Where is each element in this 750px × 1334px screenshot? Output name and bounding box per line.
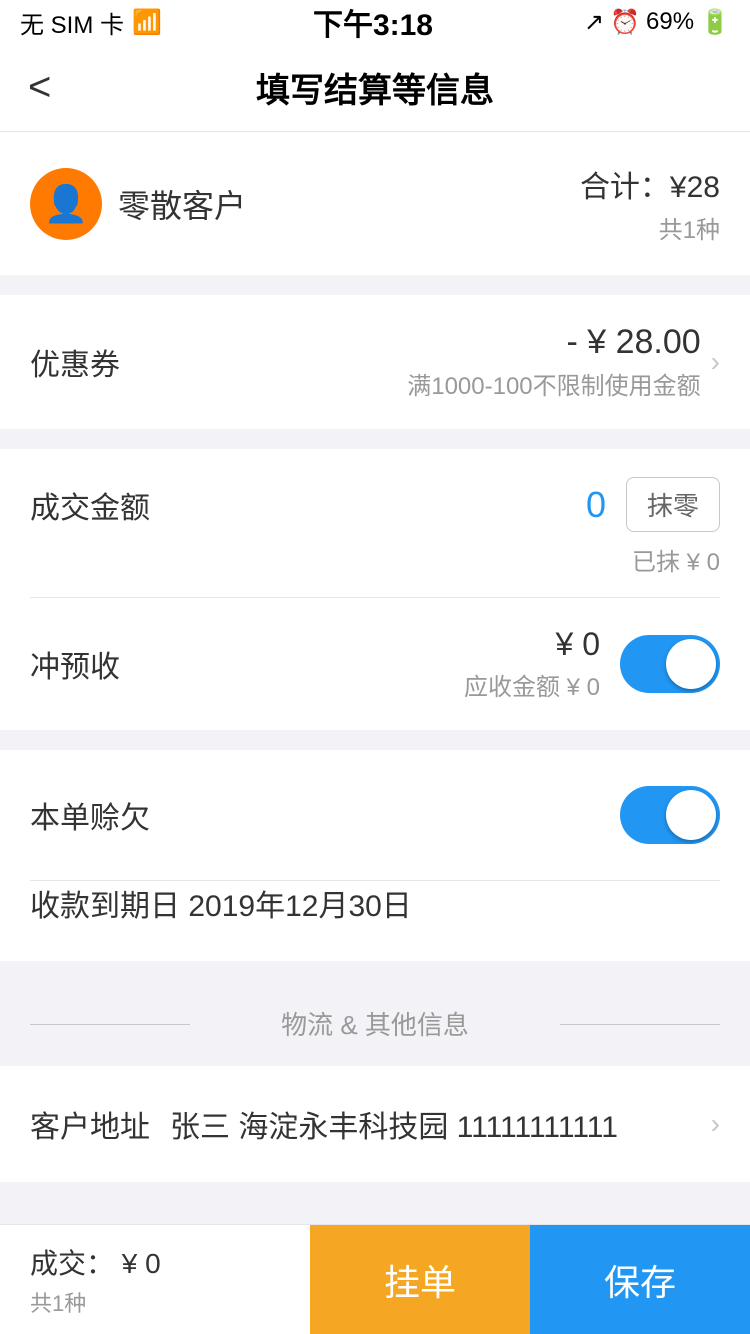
prepay-right: ¥ 0 应收金额 ¥ 0 <box>464 626 720 702</box>
status-bar: 无 SIM 卡 📶 下午3:18 ↗ ⏰ 69% 🔋 <box>0 0 750 44</box>
nav-bar: < 填写结算等信息 <box>0 44 750 132</box>
credit-row: 本单赊欠 <box>30 750 720 880</box>
bottom-count: 共1种 <box>30 1286 310 1318</box>
credit-section: 本单赊欠 收款到期日 2019年12月30日 <box>0 750 750 961</box>
battery-text: 69% <box>646 8 694 36</box>
address-chevron-icon: › <box>711 1108 720 1140</box>
status-time: 下午3:18 <box>313 0 433 44</box>
save-button[interactable]: 保存 <box>530 1225 750 1334</box>
back-button[interactable]: < <box>28 65 51 110</box>
status-left: 无 SIM 卡 📶 <box>20 5 162 40</box>
due-date-text: 收款到期日 2019年12月30日 <box>30 890 412 923</box>
divider-1 <box>0 275 750 295</box>
customer-count: 共1种 <box>580 210 720 245</box>
alarm-icon: ⏰ <box>610 8 640 37</box>
bottom-deal-label: 成交： <box>30 1248 114 1279</box>
address-label: 客户地址 <box>30 1102 150 1146</box>
deal-amount-row: 成交金额 0 抹零 <box>30 449 720 542</box>
hold-button[interactable]: 挂单 <box>310 1225 530 1334</box>
divider-2 <box>0 429 750 449</box>
coupon-desc: 满1000-100不限制使用金额 <box>407 366 700 401</box>
avatar-icon: 👤 <box>44 183 89 225</box>
prepay-row: 冲预收 ¥ 0 应收金额 ¥ 0 <box>30 598 720 730</box>
deal-amount-value: 0 <box>586 484 606 526</box>
prepay-amount: ¥ 0 <box>464 626 600 663</box>
prepay-info: ¥ 0 应收金额 ¥ 0 <box>464 626 600 702</box>
carrier-text: 无 SIM 卡 <box>20 5 124 40</box>
prepay-receivable: 应收金额 ¥ 0 <box>464 667 600 702</box>
bottom-bar: 成交： ¥ 0 共1种 挂单 保存 <box>0 1224 750 1334</box>
coupon-right: - ¥ 28.00 满1000-100不限制使用金额 › <box>407 323 720 401</box>
coupon-label: 优惠券 <box>30 340 120 384</box>
toggle-knob <box>666 639 716 689</box>
bottom-deal-amount: ¥ 0 <box>122 1248 161 1279</box>
battery-icon: 🔋 <box>700 8 730 37</box>
coupon-section[interactable]: 优惠券 - ¥ 28.00 满1000-100不限制使用金额 › <box>0 295 750 429</box>
round-zero-button[interactable]: 抹零 <box>626 477 720 532</box>
credit-toggle-knob <box>666 790 716 840</box>
wifi-icon: 📶 <box>132 8 162 37</box>
address-row[interactable]: 客户地址 张三 海淀永丰科技园 11111111111 › <box>30 1066 720 1182</box>
deal-amount-right: 0 抹零 <box>586 477 720 532</box>
coupon-chevron-icon: › <box>711 346 720 378</box>
customer-name: 零散客户 <box>118 181 246 227</box>
coupon-row[interactable]: 优惠券 - ¥ 28.00 满1000-100不限制使用金额 › <box>30 295 720 429</box>
deal-section: 成交金额 0 抹零 已抹 ¥ 0 冲预收 ¥ 0 应收金额 ¥ 0 <box>0 449 750 730</box>
logistics-header-text: 物流 & 其他信息 <box>281 1010 469 1040</box>
credit-label: 本单赊欠 <box>30 793 150 837</box>
due-date-row: 收款到期日 2019年12月30日 <box>30 881 720 961</box>
bottom-info: 成交： ¥ 0 共1种 <box>0 1242 310 1318</box>
page-title: 填写结算等信息 <box>256 63 494 112</box>
prepay-label: 冲预收 <box>30 642 120 686</box>
prepay-toggle[interactable] <box>620 635 720 693</box>
customer-info: 👤 零散客户 <box>30 168 246 240</box>
customer-total: 合计：¥28 <box>580 162 720 206</box>
deal-amount-label: 成交金额 <box>30 483 150 527</box>
address-value: 张三 海淀永丰科技园 11111111111 <box>170 1102 711 1146</box>
customer-section: 👤 零散客户 合计：¥28 共1种 <box>0 132 750 275</box>
status-right: ↗ ⏰ 69% 🔋 <box>584 8 730 37</box>
deal-sub-text: 已抹 ¥ 0 <box>30 542 720 597</box>
coupon-amount: - ¥ 28.00 <box>407 323 700 362</box>
bottom-deal-text: 成交： ¥ 0 <box>30 1242 310 1282</box>
address-section[interactable]: 客户地址 张三 海淀永丰科技园 11111111111 › <box>0 1066 750 1182</box>
divider-4 <box>0 961 750 981</box>
coupon-info: - ¥ 28.00 满1000-100不限制使用金额 <box>407 323 700 401</box>
divider-3 <box>0 730 750 750</box>
location-icon: ↗ <box>584 8 604 37</box>
avatar: 👤 <box>30 168 102 240</box>
credit-toggle[interactable] <box>620 786 720 844</box>
customer-row: 👤 零散客户 合计：¥28 共1种 <box>30 132 720 275</box>
logistics-header: 物流 & 其他信息 <box>0 981 750 1066</box>
customer-right: 合计：¥28 共1种 <box>580 162 720 245</box>
